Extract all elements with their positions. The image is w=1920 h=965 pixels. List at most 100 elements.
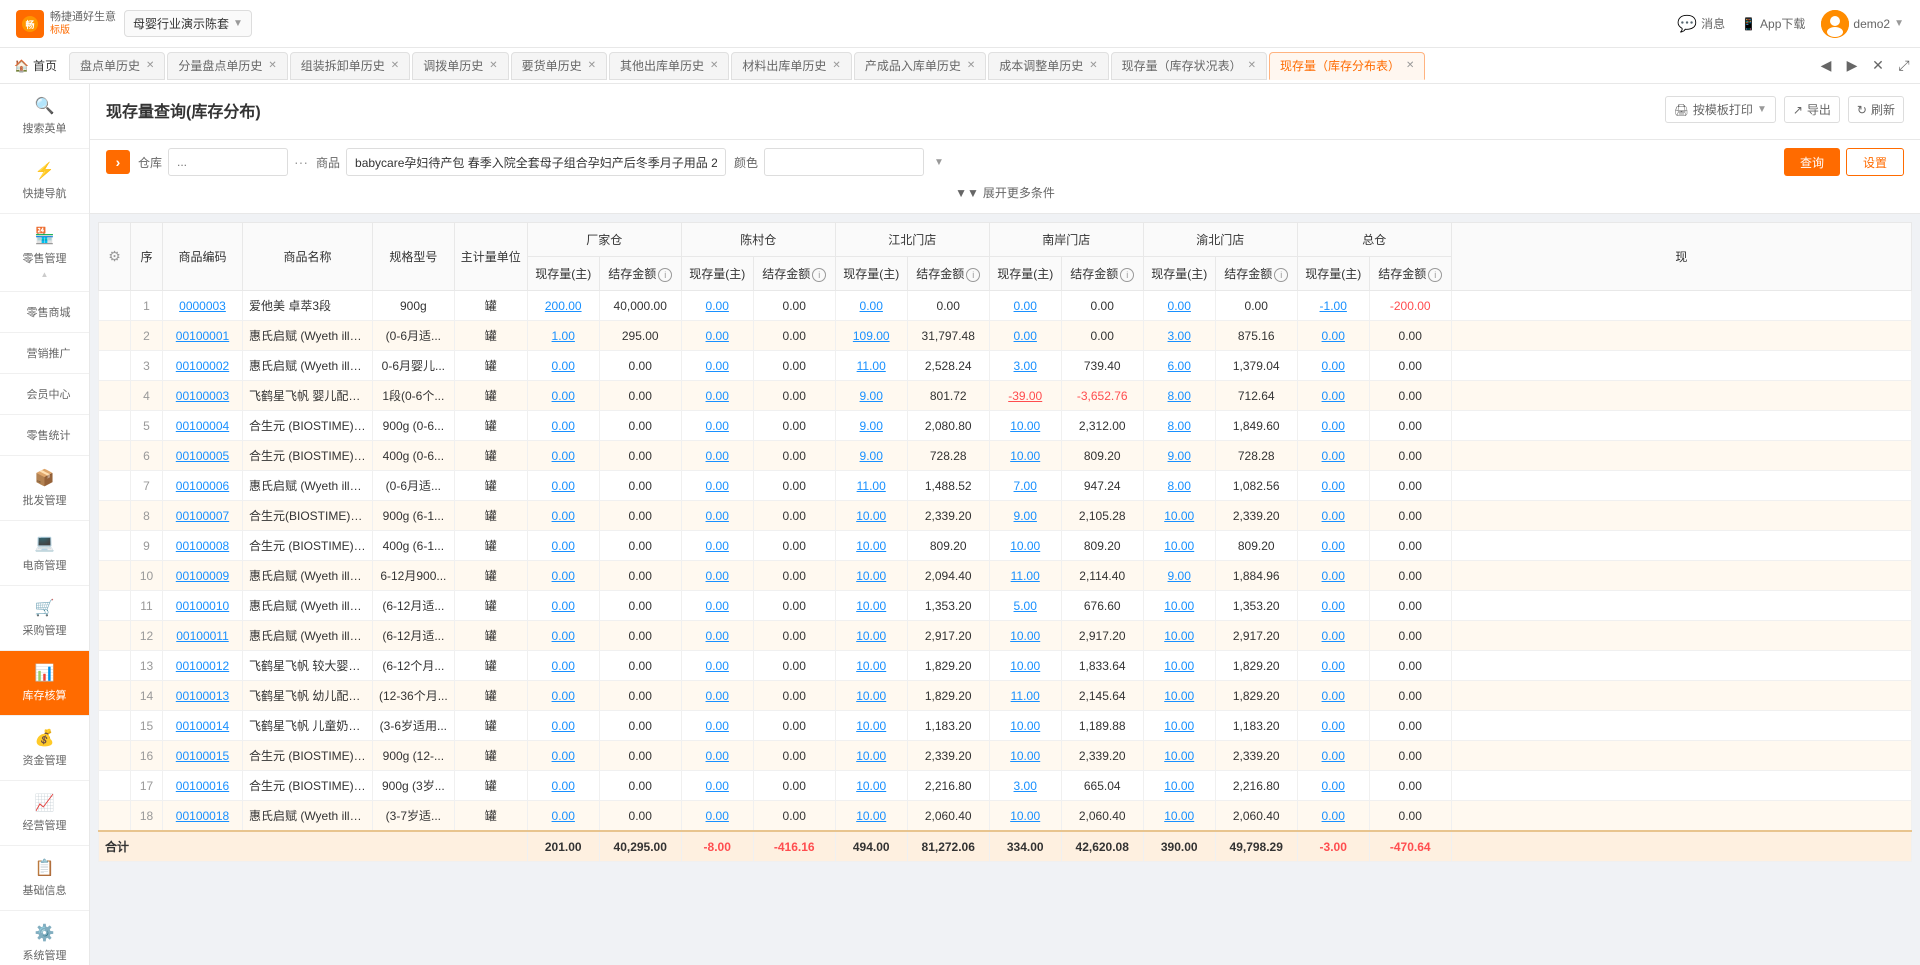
row-chencun-qty: 0.00 [681,801,753,832]
close-icon[interactable]: ✕ [832,60,840,71]
row-nanan-qty: 11.00 [989,681,1061,711]
tab-close-all-button[interactable]: ✕ [1866,54,1890,78]
info-icon[interactable]: i [1120,268,1134,282]
row-total-amt: 0.00 [1369,321,1451,351]
close-icon[interactable]: ✕ [268,60,276,71]
row-gear [99,621,131,651]
row-chencun-qty: 0.00 [681,381,753,411]
sidebar-item-member[interactable]: 会员中心 [0,374,89,415]
row-chencun-qty: 0.00 [681,741,753,771]
row-total-amt: 0.00 [1369,561,1451,591]
info-icon[interactable]: i [658,268,672,282]
tab-stock-check-sub[interactable]: 分量盘点单历史 ✕ [167,52,287,80]
row-total-qty: 0.00 [1297,321,1369,351]
warehouse-input[interactable] [168,148,288,176]
sidebar-item-wholesale[interactable]: 📦 批发管理 [0,456,89,521]
sidebar-item-operation[interactable]: 📈 经营管理 [0,781,89,846]
info-icon[interactable]: i [1428,268,1442,282]
tab-stock-dist[interactable]: 现存量（库存分布表） ✕ [1269,52,1425,80]
close-icon[interactable]: ✕ [1089,60,1097,71]
th-jiangbei: 江北门店 [835,223,989,257]
sidebar-item-inventory[interactable]: 📊 库存核算 [0,651,89,716]
table-row: 14 00100013 飞鹤星飞帆 幼儿配方奶... (12-36个月... 罐… [99,681,1912,711]
info-icon[interactable]: i [966,268,980,282]
tab-current-stock[interactable]: 现存量（库存状况表） ✕ [1111,52,1267,80]
row-current [1451,711,1911,741]
sidebar-item-basic[interactable]: 📋 基础信息 [0,846,89,911]
tab-home[interactable]: 🏠 首页 [4,52,67,80]
row-chencun-amt: 0.00 [753,711,835,741]
close-icon[interactable]: ✕ [710,60,718,71]
tab-material-out[interactable]: 材料出库单历史 ✕ [731,52,851,80]
warehouse-more-icon[interactable]: ··· [294,154,308,170]
th-total-qty: 现存量(主) [1297,257,1369,291]
messages-button[interactable]: 💬 消息 [1677,14,1725,34]
expand-toggle-button[interactable]: › [106,150,130,174]
row-chencun-amt: 0.00 [753,651,835,681]
tab-transfer[interactable]: 调拨单历史 ✕ [412,52,508,80]
th-num: 序 [131,223,163,291]
row-chencun-amt: 0.00 [753,291,835,321]
row-jiangbei-qty: 10.00 [835,591,907,621]
info-icon[interactable]: i [1274,268,1288,282]
row-name: 惠氏启赋 (Wyeth illu... [243,801,373,832]
refresh-button[interactable]: ↻ 刷新 [1848,96,1904,123]
tab-finished-in[interactable]: 产成品入库单历史 ✕ [854,52,986,80]
print-button[interactable]: 🖨 按模板打印 ▼ [1665,96,1776,123]
sidebar-item-ecommerce[interactable]: 💻 电商管理 [0,521,89,586]
row-jiangbei-qty: 10.00 [835,771,907,801]
close-icon[interactable]: ✕ [588,60,596,71]
sidebar-item-nav[interactable]: ⚡ 快捷导航 [0,149,89,214]
expand-conditions-button[interactable]: ▼▼ 展开更多条件 [947,180,1063,205]
row-name: 飞鹤星飞帆 幼儿配方奶... [243,681,373,711]
tab-expand-button[interactable]: ⤢ [1892,54,1916,78]
sidebar-item-retail-shop[interactable]: 零售商城 [0,292,89,333]
tab-other-out[interactable]: 其他出库单历史 ✕ [609,52,729,80]
row-code: 00100018 [163,801,243,832]
table-row: 8 00100007 合生元(BIOSTIME)派... 900g (6-1..… [99,501,1912,531]
user-menu[interactable]: demo2 ▼ [1821,10,1904,38]
row-num: 3 [131,351,163,381]
user-dropdown-icon: ▼ [1894,18,1904,29]
close-icon[interactable]: ✕ [1248,60,1256,71]
sidebar-item-system[interactable]: ⚙️ 系统管理 [0,911,89,965]
row-nanan-qty: 7.00 [989,471,1061,501]
color-input[interactable] [764,148,924,176]
export-button[interactable]: ↗ 导出 [1784,96,1840,123]
sidebar-item-retail[interactable]: 🏪 零售管理 ▲ [0,214,89,292]
close-icon[interactable]: ✕ [967,60,975,71]
gear-icon[interactable]: ⚙ [108,248,121,264]
search-button[interactable]: 查询 [1784,148,1840,176]
tab-next-button[interactable]: ▶ [1840,54,1864,78]
row-gear [99,681,131,711]
tab-cost-adjust[interactable]: 成本调整单历史 ✕ [988,52,1108,80]
tab-assemble[interactable]: 组装拆卸单历史 ✕ [290,52,410,80]
row-chencun-qty: 0.00 [681,651,753,681]
sidebar-item-retail-stat[interactable]: 零售统计 [0,415,89,456]
row-nanan-amt: 2,105.28 [1061,501,1143,531]
th-code: 商品编码 [163,223,243,291]
app-download-button[interactable]: 📱 App下载 [1741,15,1805,32]
close-icon[interactable]: ✕ [489,60,497,71]
sidebar-item-purchase[interactable]: 🛒 采购管理 [0,586,89,651]
tab-requisition[interactable]: 要货单历史 ✕ [511,52,607,80]
sidebar-item-marketing[interactable]: 营销推广 [0,333,89,374]
th-jiangbei-amt: 结存金额i [907,257,989,291]
close-icon[interactable]: ✕ [1406,60,1414,71]
close-icon[interactable]: ✕ [391,60,399,71]
sidebar-item-search[interactable]: 🔍 搜索英单 [0,84,89,149]
info-icon[interactable]: i [812,268,826,282]
table-wrapper[interactable]: ⚙ 序 商品编码 商品名称 规格型号 主计量单位 厂家仓 陈村仓 江北门店 南岸… [90,214,1920,965]
th-chencun: 陈村仓 [681,223,835,257]
sidebar-item-finance[interactable]: 💰 资金管理 [0,716,89,781]
row-nanan-qty: 10.00 [989,531,1061,561]
settings-button[interactable]: 设置 [1846,148,1904,176]
row-gear [99,411,131,441]
industry-selector[interactable]: 母婴行业演示陈套 ▼ [124,10,252,37]
close-icon[interactable]: ✕ [146,60,154,71]
ecommerce-icon: 💻 [35,533,55,553]
goods-input[interactable] [346,148,726,176]
tab-stock-check[interactable]: 盘点单历史 ✕ [69,52,165,80]
tab-prev-button[interactable]: ◀ [1814,54,1838,78]
row-chencun-qty: 0.00 [681,591,753,621]
